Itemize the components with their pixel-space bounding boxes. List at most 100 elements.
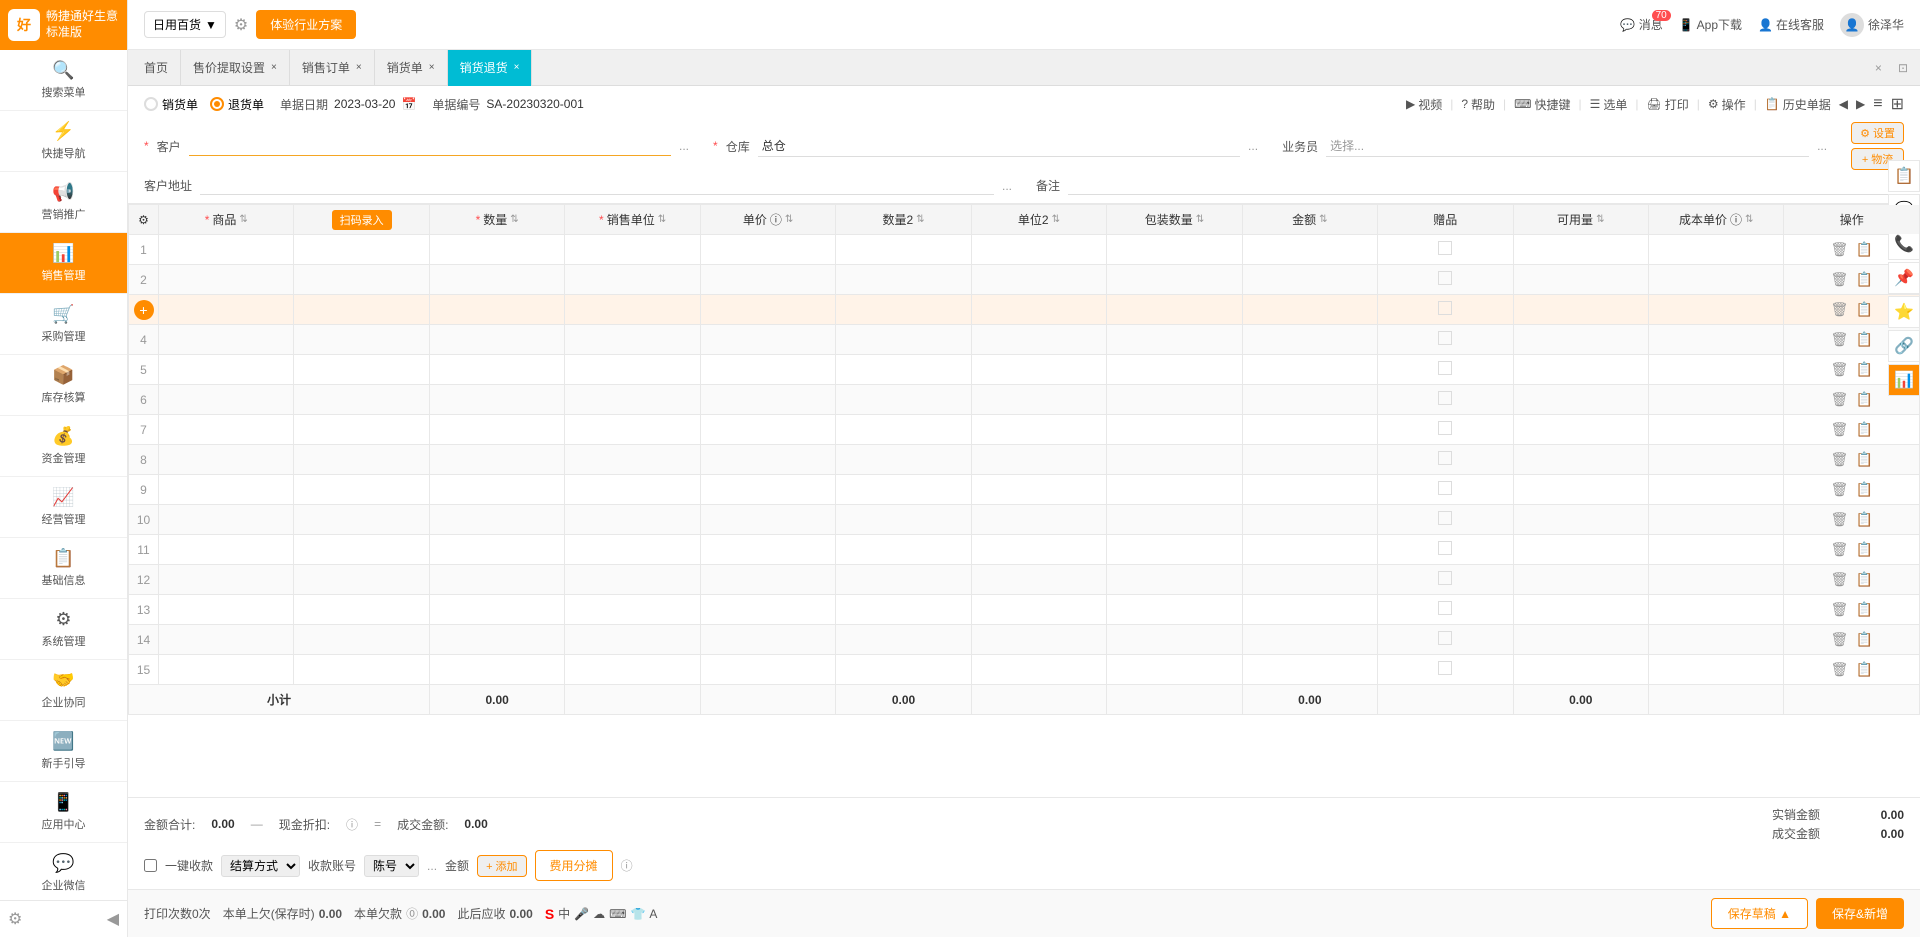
maximize-btn[interactable]: ⊡ [1890,61,1916,75]
gift-checkbox-8[interactable] [1438,451,1452,465]
nav-prev-icon[interactable]: ◀ [1839,97,1848,111]
float-icon-7[interactable]: 📊 [1888,364,1920,396]
row-4-amount[interactable] [1242,325,1377,355]
tab-close-price[interactable]: × [271,62,277,73]
radio-return[interactable]: 退货单 [210,96,264,113]
product-input-3[interactable] [163,303,289,317]
delete-row-11-btn[interactable]: 🗑 [1830,541,1848,557]
sidebar-item-operation[interactable]: 📈 经营管理 [0,477,127,538]
cloud-icon[interactable]: ☁ [593,907,605,921]
row-12-price[interactable] [700,565,835,595]
copy-row-5-btn[interactable]: 📋 [1856,361,1873,377]
copy-row-7-btn[interactable]: 📋 [1856,421,1873,437]
sidebar-item-appstore[interactable]: 📱 应用中心 [0,782,127,843]
copy-row-4-btn[interactable]: 📋 [1856,331,1873,347]
row-9-pkgqty[interactable] [1107,475,1242,505]
row-1-qty2[interactable] [836,235,971,265]
product-input-15[interactable] [163,663,289,677]
row-10-qty[interactable] [429,505,564,535]
copy-row-13-btn[interactable]: 📋 [1856,601,1873,617]
row-12-available[interactable] [1513,565,1648,595]
sidebar-item-search[interactable]: 🔍 搜索菜单 [0,50,127,111]
product-input-1[interactable] [163,243,289,257]
product-input-11[interactable] [163,543,289,557]
tab-close-return[interactable]: × [514,62,520,73]
row-15-available[interactable] [1513,655,1648,685]
row-14-qty[interactable] [429,625,564,655]
row-8-amount[interactable] [1242,445,1377,475]
radio-sale[interactable]: 销货单 [144,96,198,113]
row-4-pkgqty[interactable] [1107,325,1242,355]
address-input[interactable] [200,176,994,195]
row-2-qty[interactable] [429,265,564,295]
row-8-cost[interactable] [1648,445,1783,475]
row-3-gift[interactable] [1378,295,1513,325]
row-4-unit[interactable] [565,325,700,355]
row-2-qty2[interactable] [836,265,971,295]
warehouse-dots[interactable]: ... [1248,139,1258,153]
gift-checkbox-5[interactable] [1438,361,1452,375]
translate-icon[interactable]: A [649,907,657,921]
product-input-13[interactable] [163,603,289,617]
copy-row-2-btn[interactable]: 📋 [1856,271,1873,287]
row-11-product[interactable] [159,535,294,565]
row-6-unit2[interactable] [971,385,1106,415]
row-12-product[interactable] [159,565,294,595]
view-grid-icon[interactable]: ⊞ [1891,94,1904,114]
row-1-qty[interactable] [429,235,564,265]
row-14-cost[interactable] [1648,625,1783,655]
salesman-input[interactable]: 选择... [1326,135,1809,157]
salesman-dots[interactable]: ... [1817,139,1827,153]
row-10-available[interactable] [1513,505,1648,535]
tab-close-order[interactable]: × [356,62,362,73]
row-3-qty[interactable] [429,295,564,325]
row-7-unit2[interactable] [971,415,1106,445]
add-row-btn[interactable]: + [134,300,154,320]
cash-discount-info[interactable]: ⓘ [346,816,358,833]
row-1-unit2[interactable] [971,235,1106,265]
sidebar-item-enterprise[interactable]: 🤝 企业协同 [0,660,127,721]
user-menu[interactable]: 👤 徐泽华 [1840,13,1904,37]
toolbar-select[interactable]: ☰选单 [1590,96,1628,113]
sort-amount[interactable]: ⇅ [1319,214,1327,225]
row-15-unit[interactable] [565,655,700,685]
delete-row-13-btn[interactable]: 🗑 [1830,601,1848,617]
row-6-available[interactable] [1513,385,1648,415]
row-5-amount[interactable] [1242,355,1377,385]
delete-row-10-btn[interactable]: 🗑 [1830,511,1848,527]
row-14-pkgqty[interactable] [1107,625,1242,655]
scan-input-btn[interactable]: 扫码录入 [332,210,392,230]
row-11-gift[interactable] [1378,535,1513,565]
row-4-price[interactable] [700,325,835,355]
tab-home[interactable]: 首页 [132,50,181,86]
row-1-product[interactable] [159,235,294,265]
row-3-cost[interactable] [1648,295,1783,325]
row-12-pkgqty[interactable] [1107,565,1242,595]
toolbar-history[interactable]: 📋历史单据 [1765,96,1831,113]
row-4-product[interactable] [159,325,294,355]
delete-row-7-btn[interactable]: 🗑 [1830,421,1848,437]
copy-row-1-btn[interactable]: 📋 [1856,241,1873,257]
gift-checkbox-9[interactable] [1438,481,1452,495]
row-2-available[interactable] [1513,265,1648,295]
delete-row-12-btn[interactable]: 🗑 [1830,571,1848,587]
row-12-unit[interactable] [565,565,700,595]
row-1-gift[interactable] [1378,235,1513,265]
row-13-amount[interactable] [1242,595,1377,625]
delete-row-8-btn[interactable]: 🗑 [1830,451,1848,467]
copy-row-10-btn[interactable]: 📋 [1856,511,1873,527]
row-9-price[interactable] [700,475,835,505]
row-9-unit[interactable] [565,475,700,505]
product-input-4[interactable] [163,333,289,347]
row-3-price[interactable] [700,295,835,325]
row-4-cost[interactable] [1648,325,1783,355]
row-6-qty2[interactable] [836,385,971,415]
row-4-qty2[interactable] [836,325,971,355]
row-7-product[interactable] [159,415,294,445]
row-3-unit2[interactable] [971,295,1106,325]
row-9-amount[interactable] [1242,475,1377,505]
row-4-available[interactable] [1513,325,1648,355]
delete-row-1-btn[interactable]: 🗑 [1830,241,1848,257]
row-2-amount[interactable] [1242,265,1377,295]
sidebar-item-wechat[interactable]: 💬 企业微信 [0,843,127,900]
